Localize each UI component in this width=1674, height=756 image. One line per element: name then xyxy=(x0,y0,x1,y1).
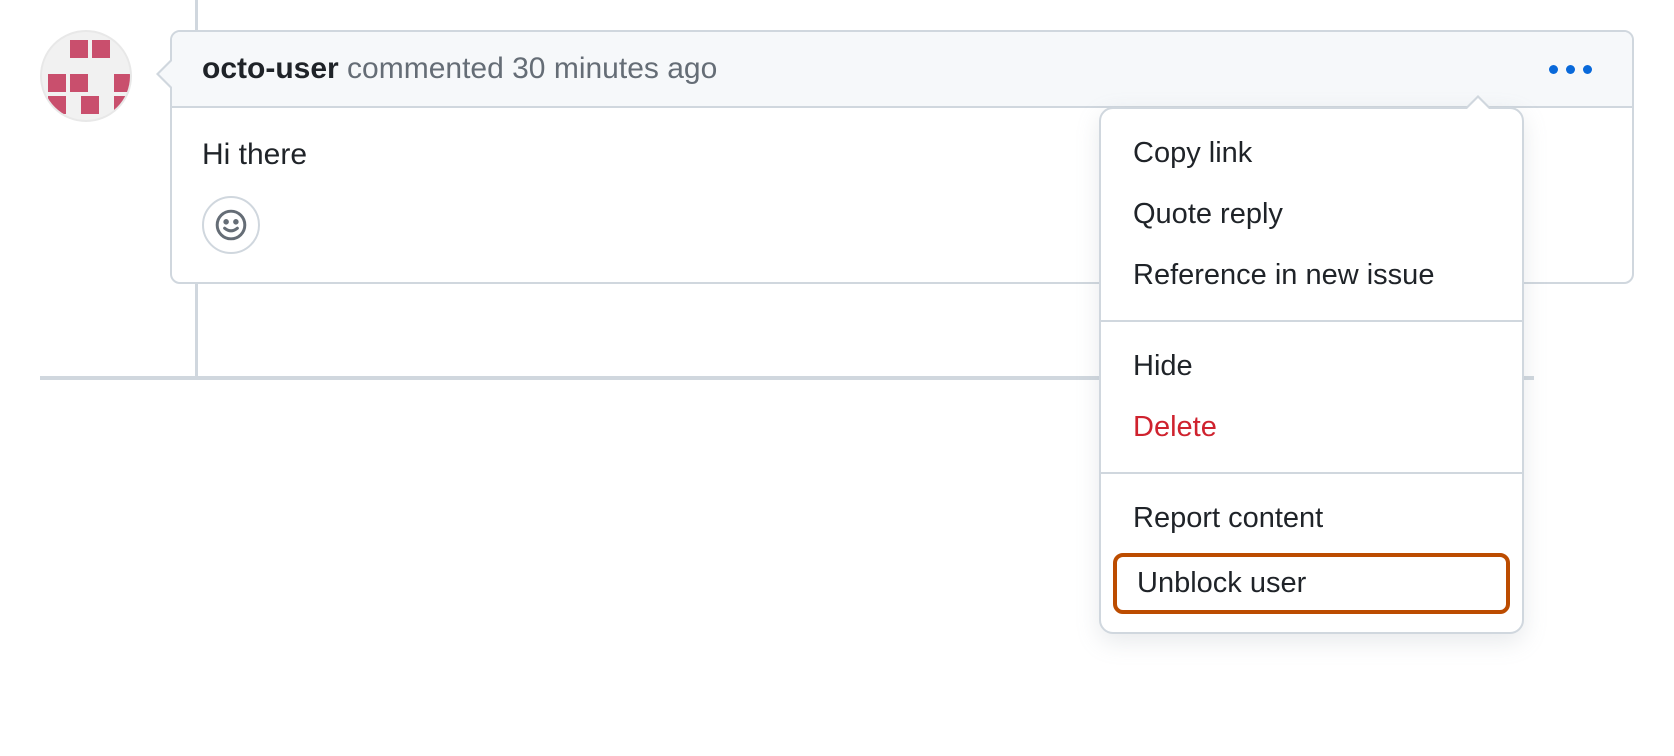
timestamp[interactable]: 30 minutes ago xyxy=(512,52,717,85)
comment-meta: octo-user commented 30 minutes ago xyxy=(202,52,717,86)
comment-header: octo-user commented 30 minutes ago xyxy=(172,32,1632,108)
menu-item-quote-reply[interactable]: Quote reply xyxy=(1101,184,1522,245)
username-link[interactable]: octo-user xyxy=(202,52,339,85)
menu-item-report-content[interactable]: Report content xyxy=(1101,488,1522,549)
menu-item-hide[interactable]: Hide xyxy=(1101,336,1522,397)
identicon-icon xyxy=(42,32,130,120)
highlight-unblock-user: Unblock user xyxy=(1113,553,1510,614)
caret-up-icon xyxy=(1464,95,1492,109)
avatar[interactable] xyxy=(40,30,132,122)
smiley-icon xyxy=(214,208,248,242)
menu-item-unblock-user[interactable]: Unblock user xyxy=(1117,557,1506,610)
add-reaction-button[interactable] xyxy=(202,196,260,254)
menu-item-delete[interactable]: Delete xyxy=(1101,397,1522,458)
kebab-horizontal-icon[interactable] xyxy=(1539,55,1602,84)
caret-left-icon xyxy=(156,58,172,90)
comment-actions-menu: Copy link Quote reply Reference in new i… xyxy=(1099,107,1524,634)
menu-item-reference-issue[interactable]: Reference in new issue xyxy=(1101,245,1522,306)
action-text: commented xyxy=(347,52,504,85)
menu-item-copy-link[interactable]: Copy link xyxy=(1101,123,1522,184)
